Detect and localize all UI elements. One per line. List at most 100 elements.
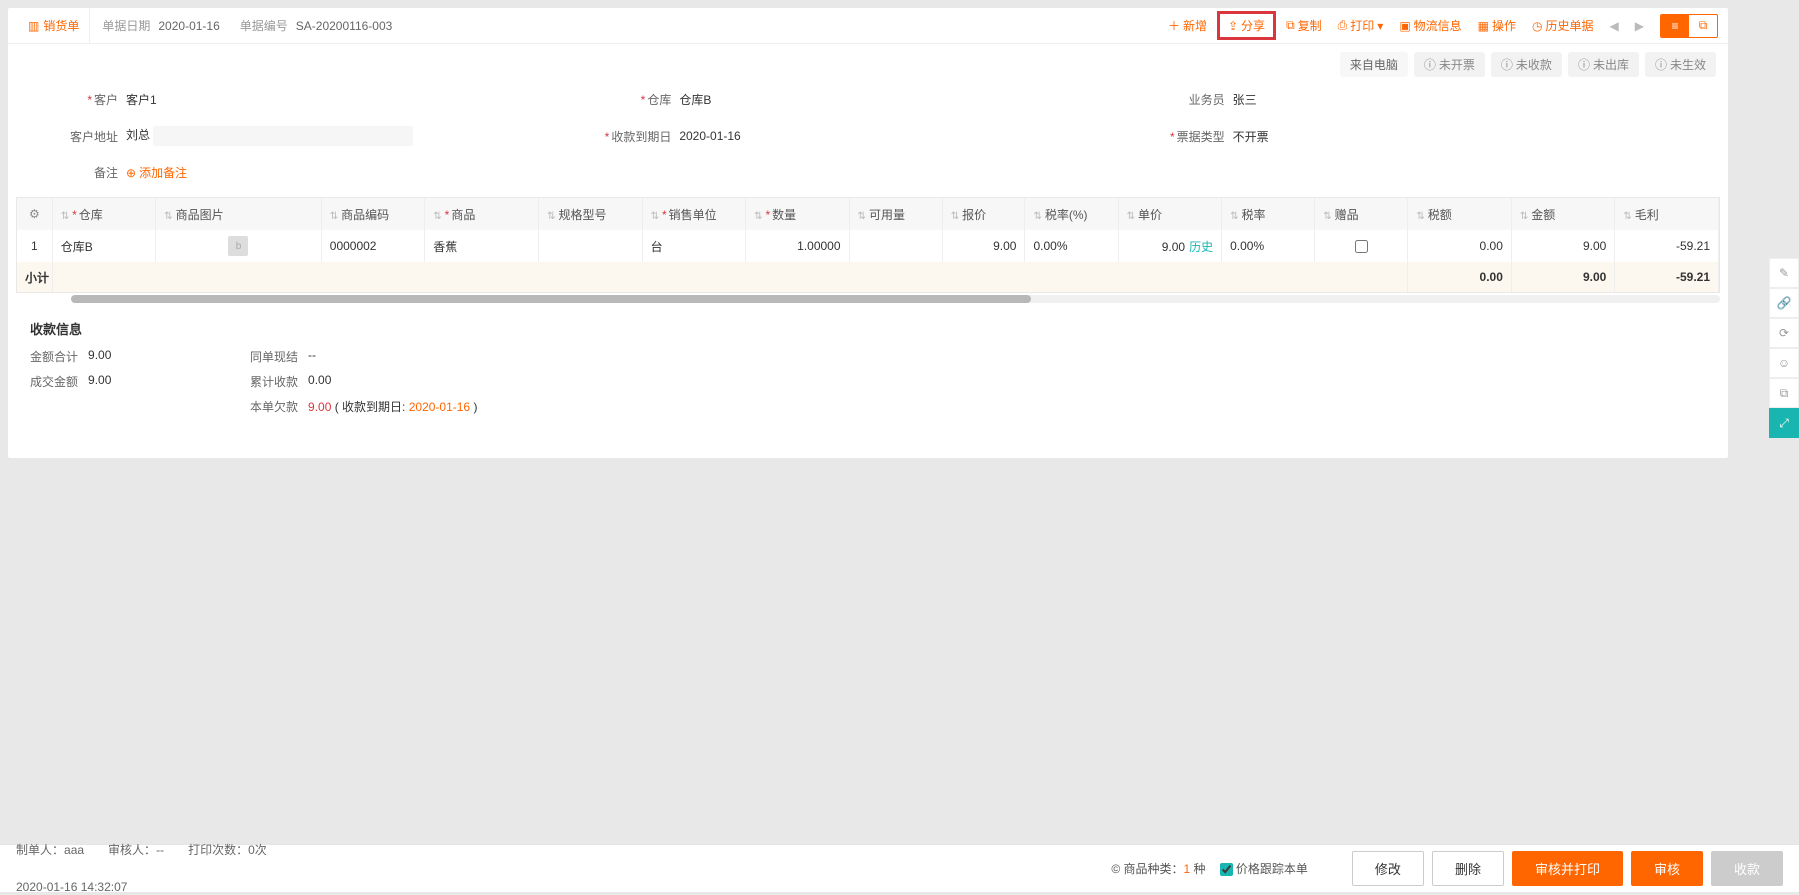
view-toggle: ≡ ⧉	[1660, 14, 1718, 38]
col-image[interactable]: ⇅商品图片	[156, 198, 322, 230]
clock-icon: ◷	[1532, 19, 1542, 33]
col-taxrate[interactable]: ⇅税率	[1222, 198, 1315, 230]
info-icon: ⓘ	[1655, 56, 1667, 73]
col-discount[interactable]: ⇅税率(%)	[1025, 198, 1118, 230]
status-from-pc: 来自电脑	[1340, 52, 1408, 77]
sort-icon: ⇅	[754, 211, 762, 222]
field-cust-addr: 客户地址刘总	[38, 126, 591, 146]
col-quote[interactable]: ⇅报价	[942, 198, 1025, 230]
print-button[interactable]: ⎙打印▾	[1332, 14, 1390, 37]
sort-icon: ⇅	[1323, 211, 1331, 222]
status-not-out: ⓘ未出库	[1568, 52, 1639, 77]
rail-refresh-icon[interactable]: ⟳	[1769, 318, 1799, 348]
audit-print-button[interactable]: 审核并打印	[1512, 851, 1623, 886]
info-icon: ⓘ	[1501, 56, 1513, 73]
sort-icon: ⇅	[1623, 211, 1631, 222]
cell-price: 9.00历史	[1118, 230, 1221, 262]
receive-button[interactable]: 收款	[1711, 851, 1783, 886]
gift-checkbox[interactable]	[1355, 240, 1368, 253]
col-profit[interactable]: ⇅毛利	[1615, 198, 1719, 230]
info-icon: ⓘ	[1578, 56, 1590, 73]
price-history-link[interactable]: 历史	[1189, 240, 1213, 254]
col-amount[interactable]: ⇅金额	[1511, 198, 1614, 230]
add-remark-link[interactable]: ⊕添加备注	[126, 164, 187, 181]
info-icon: ⓘ	[1424, 56, 1436, 73]
share-highlight: ⇪分享	[1217, 11, 1276, 40]
col-unit[interactable]: ⇅*销售单位	[642, 198, 745, 230]
footer-timestamp: 2020-01-16 14:32:07	[16, 879, 267, 895]
sort-icon: ⇅	[858, 211, 866, 222]
col-price[interactable]: ⇅单价	[1118, 198, 1221, 230]
table-header-row: ⚙ ⇅*仓库 ⇅商品图片 ⇅商品编码 ⇅*商品 ⇅规格型号 ⇅*销售单位 ⇅*数…	[17, 198, 1719, 230]
audit-button[interactable]: 审核	[1631, 851, 1703, 886]
status-not-effective: ⓘ未生效	[1645, 52, 1716, 77]
product-image-placeholder[interactable]: b	[228, 236, 248, 256]
operate-button[interactable]: ▦操作	[1472, 14, 1522, 37]
col-taxamt[interactable]: ⇅税额	[1408, 198, 1511, 230]
chevron-down-icon: ▾	[1377, 19, 1383, 33]
field-invoice-type: *票据类型不开票	[1145, 126, 1698, 146]
sort-icon: ⇅	[330, 211, 338, 222]
copy-icon: ⧉	[1286, 18, 1295, 33]
rail-user-icon[interactable]: ☺	[1769, 348, 1799, 378]
rail-layers-icon[interactable]: ⧉	[1769, 378, 1799, 408]
doc-date-label: 单据日期	[102, 17, 150, 34]
cell-image: b	[156, 230, 322, 262]
tab-title: 销货单	[43, 17, 79, 34]
view-card[interactable]: ⧉	[1689, 15, 1717, 37]
cell-gift	[1315, 230, 1408, 262]
col-warehouse[interactable]: ⇅*仓库	[52, 198, 155, 230]
history-button[interactable]: ◷历史单据	[1526, 14, 1600, 37]
sort-icon: ⇅	[1520, 211, 1528, 222]
footer-center: © 商品种类：1 种 价格跟踪本单 修改 删除 审核并打印 审核 收款	[1111, 851, 1783, 886]
rail-link-icon[interactable]: 🔗	[1769, 288, 1799, 318]
doc-no-label: 单据编号	[240, 17, 288, 34]
new-button[interactable]: ＋新增	[1162, 14, 1213, 37]
doc-no: SA-20200116-003	[296, 19, 393, 33]
horizontal-scrollbar[interactable]	[16, 295, 1720, 305]
sort-icon: ⇅	[61, 211, 69, 222]
cell-available	[849, 230, 942, 262]
doc-date: 2020-01-16	[158, 19, 219, 33]
cell-spec	[539, 230, 642, 262]
next-record[interactable]: ▶	[1629, 19, 1650, 33]
plus-circle-icon: ⊕	[126, 166, 136, 180]
col-settings[interactable]: ⚙	[17, 198, 52, 230]
share-button[interactable]: ⇪分享	[1222, 14, 1271, 37]
cell-discount: 0.00%	[1025, 230, 1118, 262]
col-qty[interactable]: ⇅*数量	[746, 198, 849, 230]
table-row[interactable]: 1 仓库B b 0000002 香蕉 台 1.00000 9.00 0.00% …	[17, 230, 1719, 262]
top-actions: ＋新增 ⇪分享 ⧉复制 ⎙打印▾ ▣物流信息 ▦操作 ◷历史单据 ◀ ▶ ≡ ⧉	[1162, 11, 1718, 40]
copy-button[interactable]: ⧉复制	[1280, 14, 1328, 37]
field-warehouse: *仓库仓库B	[591, 91, 1144, 108]
status-row: 来自电脑 ⓘ未开票 ⓘ未收款 ⓘ未出库 ⓘ未生效	[8, 44, 1728, 81]
rail-note-icon[interactable]: ✎	[1769, 258, 1799, 288]
topbar: ▥ 销货单 单据日期 2020-01-16 单据编号 SA-20200116-0…	[8, 8, 1728, 44]
sort-icon: ⇅	[1127, 211, 1135, 222]
prev-record[interactable]: ◀	[1604, 19, 1625, 33]
subtotal-amount: 9.00	[1511, 262, 1614, 292]
col-code[interactable]: ⇅商品编码	[321, 198, 424, 230]
field-customer: *客户客户1	[38, 91, 591, 108]
cell-code: 0000002	[321, 230, 424, 262]
col-spec[interactable]: ⇅规格型号	[539, 198, 642, 230]
form-area: *客户客户1 *仓库仓库B 业务员张三 客户地址刘总 *收款到期日2020-01…	[8, 81, 1728, 197]
delete-button[interactable]: 删除	[1432, 851, 1504, 886]
col-available[interactable]: ⇅可用量	[849, 198, 942, 230]
col-product[interactable]: ⇅*商品	[425, 198, 539, 230]
logistics-button[interactable]: ▣物流信息	[1393, 14, 1467, 37]
sort-icon: ⇅	[164, 211, 172, 222]
modify-button[interactable]: 修改	[1352, 851, 1424, 886]
view-list[interactable]: ≡	[1661, 15, 1689, 37]
price-follow-checkbox-label[interactable]: 价格跟踪本单	[1220, 860, 1308, 877]
document-tab[interactable]: ▥ 销货单	[18, 8, 90, 44]
price-follow-checkbox[interactable]	[1220, 863, 1233, 876]
doc-meta: 单据日期 2020-01-16 单据编号 SA-20200116-003	[102, 17, 392, 34]
truck-icon: ▣	[1399, 19, 1410, 33]
document-panel: ▥ 销货单 单据日期 2020-01-16 单据编号 SA-20200116-0…	[8, 8, 1728, 458]
col-gift[interactable]: ⇅赠品	[1315, 198, 1408, 230]
payment-info: 收款信息 金额合计9.00 同单现结-- 成交金额9.00 累计收款0.00 本…	[8, 305, 1728, 437]
cell-qty: 1.00000	[746, 230, 849, 262]
rail-expand-icon[interactable]: ⤢	[1769, 408, 1799, 438]
cell-idx: 1	[17, 230, 52, 262]
